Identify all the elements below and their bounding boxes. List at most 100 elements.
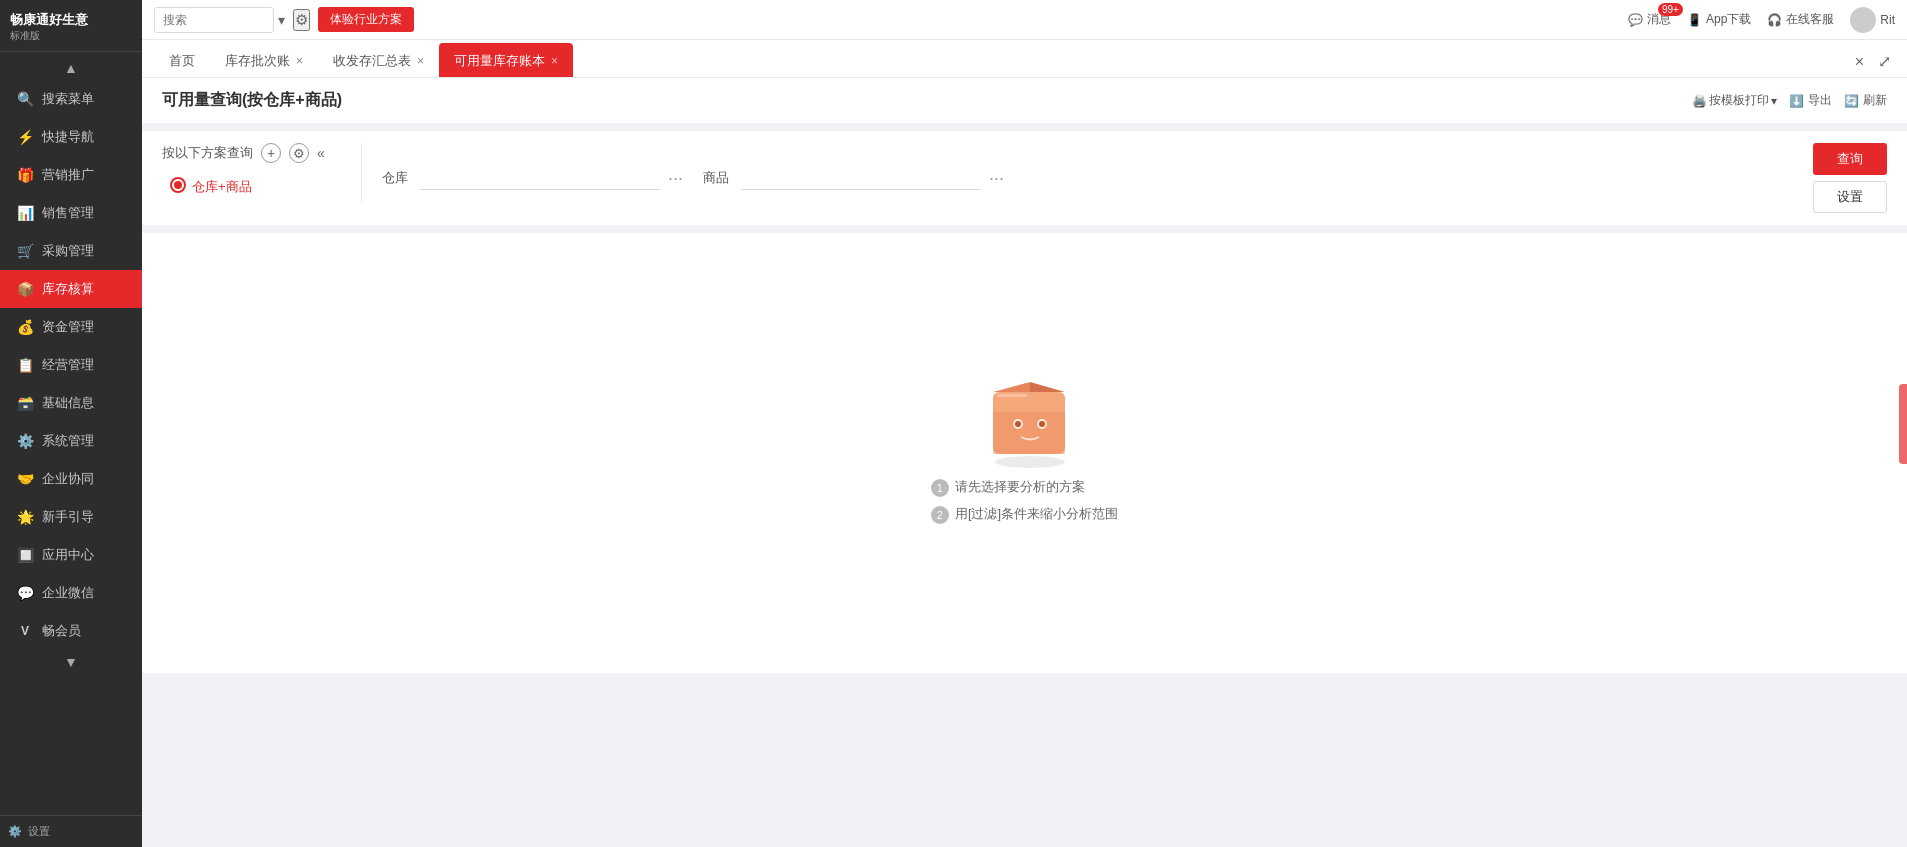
search-input[interactable] [154, 7, 274, 33]
system-icon: ⚙️ [16, 432, 34, 450]
warehouse-input[interactable] [420, 166, 660, 190]
sidebar-item-wechat[interactable]: 💬 企业微信 [0, 574, 142, 612]
refresh-button[interactable]: 🔄 刷新 [1844, 92, 1887, 109]
tab-available-stock[interactable]: 可用量库存账本 × [439, 43, 573, 77]
svg-rect-11 [997, 394, 1027, 397]
online-service-button[interactable]: 🎧 在线客服 [1767, 11, 1834, 28]
warehouse-filter: 仓库 ··· [382, 166, 683, 190]
sidebar-item-inventory[interactable]: 📦 库存核算 [0, 270, 142, 308]
sidebar-item-operations[interactable]: 📋 经营管理 [0, 346, 142, 384]
sidebar-item-member[interactable]: V 畅会员 [0, 612, 142, 650]
settings-gear-button[interactable]: ⚙ [293, 9, 310, 31]
query-button[interactable]: 查询 [1813, 143, 1887, 175]
print-template-button[interactable]: 🖨️ 按模板打印 ▾ [1692, 92, 1777, 109]
search-dropdown-button[interactable]: ▾ [278, 12, 285, 28]
footer-icon: ⚙️ [8, 825, 22, 838]
sidebar-footer[interactable]: ⚙️ 设置 [0, 815, 142, 847]
sidebar-item-label: 基础信息 [42, 394, 94, 412]
scheme-panel-header: 按以下方案查询 + ⚙ « [162, 143, 349, 163]
sidebar-item-label: 库存核算 [42, 280, 94, 298]
app-download-button[interactable]: 📱 App下载 [1687, 11, 1751, 28]
collapse-button[interactable]: « [317, 145, 325, 161]
export-icon: ⬇️ [1789, 94, 1804, 108]
purchase-icon: 🛒 [16, 242, 34, 260]
empty-tip-2: 2 用[过滤]条件来缩小分析范围 [931, 505, 1118, 524]
warehouse-more-button[interactable]: ··· [668, 168, 683, 189]
user-avatar[interactable]: Rit [1850, 7, 1895, 33]
avatar-image [1850, 7, 1876, 33]
tip-num-2: 2 [931, 506, 949, 524]
sidebar-item-label: 企业协同 [42, 470, 94, 488]
sidebar-item-marketing[interactable]: 🎁 营销推广 [0, 156, 142, 194]
svg-marker-5 [1030, 382, 1065, 392]
tab-available-stock-label: 可用量库存账本 [454, 52, 545, 70]
export-button[interactable]: ⬇️ 导出 [1789, 92, 1832, 109]
product-more-button[interactable]: ··· [989, 168, 1004, 189]
tab-collection-summary[interactable]: 收发存汇总表 × [318, 43, 439, 77]
empty-tips: 1 请先选择要分析的方案 2 用[过滤]条件来缩小分析范围 [931, 478, 1118, 524]
svg-point-1 [174, 181, 182, 189]
page-title: 可用量查询(按仓库+商品) [162, 90, 342, 111]
message-button[interactable]: 💬 消息 99+ [1628, 11, 1671, 28]
setting-button[interactable]: 设置 [1813, 181, 1887, 213]
industry-solution-button[interactable]: 体验行业方案 [318, 7, 414, 32]
export-label: 导出 [1808, 92, 1832, 109]
scheme-dot-icon [170, 177, 186, 196]
svg-point-2 [995, 456, 1065, 468]
operations-icon: 📋 [16, 356, 34, 374]
sidebar-item-shortcut[interactable]: ⚡ 快捷导航 [0, 118, 142, 156]
newbie-icon: 🌟 [16, 508, 34, 526]
sidebar-item-search[interactable]: 🔍 搜索菜单 [0, 80, 142, 118]
expand-button[interactable]: ⤢ [1874, 50, 1895, 73]
refresh-icon: 🔄 [1844, 94, 1859, 108]
message-icon: 💬 [1628, 13, 1643, 27]
finance-icon: 💰 [16, 318, 34, 336]
add-scheme-button[interactable]: + [261, 143, 281, 163]
online-service-label: 在线客服 [1786, 11, 1834, 28]
sidebar-item-finance[interactable]: 💰 资金管理 [0, 308, 142, 346]
app-download-label: App下载 [1706, 11, 1751, 28]
tab-batch-account-close[interactable]: × [296, 54, 303, 68]
scheme-item-label: 仓库+商品 [192, 178, 252, 196]
sidebar-header: 畅康通好生意 标准版 [0, 0, 142, 52]
main-area: ▾ ⚙ 体验行业方案 💬 消息 99+ 📱 App下载 🎧 在线客服 [142, 0, 1907, 847]
tab-home-label: 首页 [169, 52, 195, 70]
tab-collection-summary-close[interactable]: × [417, 54, 424, 68]
scroll-down-button[interactable]: ▼ [0, 650, 142, 674]
sidebar-item-newbie[interactable]: 🌟 新手引导 [0, 498, 142, 536]
sidebar-item-label: 资金管理 [42, 318, 94, 336]
sidebar-item-label: 新手引导 [42, 508, 94, 526]
headset-icon: 🎧 [1767, 13, 1782, 27]
sales-icon: 📊 [16, 204, 34, 222]
tab-batch-account[interactable]: 库存批次账 × [210, 43, 318, 77]
svg-point-10 [1039, 421, 1045, 427]
sidebar-item-enterprise[interactable]: 🤝 企业协同 [0, 460, 142, 498]
tab-home[interactable]: 首页 [154, 43, 210, 77]
apps-icon: 🔲 [16, 546, 34, 564]
sidebar-item-label: 企业微信 [42, 584, 94, 602]
sidebar-item-label: 搜索菜单 [42, 90, 94, 108]
basic-icon: 🗃️ [16, 394, 34, 412]
sidebar-item-label: 畅会员 [42, 622, 81, 640]
member-icon: V [16, 622, 34, 640]
config-scheme-button[interactable]: ⚙ [289, 143, 309, 163]
close-all-tabs-button[interactable]: × [1851, 51, 1868, 73]
tip-text-1: 请先选择要分析的方案 [955, 478, 1085, 496]
sidebar-item-label: 经营管理 [42, 356, 94, 374]
inventory-icon: 📦 [16, 280, 34, 298]
scroll-up-button[interactable]: ▲ [0, 56, 142, 80]
mobile-icon: 📱 [1687, 13, 1702, 27]
scheme-item-warehouse-product[interactable]: 仓库+商品 [162, 171, 349, 202]
sidebar-item-system[interactable]: ⚙️ 系统管理 [0, 422, 142, 460]
tab-available-stock-close[interactable]: × [551, 54, 558, 68]
product-input[interactable] [741, 166, 981, 190]
sidebar-item-purchase[interactable]: 🛒 采购管理 [0, 232, 142, 270]
product-label: 商品 [703, 169, 733, 187]
search-area: ▾ [154, 7, 285, 33]
sidebar-item-basic[interactable]: 🗃️ 基础信息 [0, 384, 142, 422]
sidebar-item-apps[interactable]: 🔲 应用中心 [0, 536, 142, 574]
sidebar: 畅康通好生意 标准版 ▲ 🔍 搜索菜单 ⚡ 快捷导航 🎁 营销推广 📊 销售管理 [0, 0, 142, 847]
sidebar-item-sales[interactable]: 📊 销售管理 [0, 194, 142, 232]
page-content: 可用量查询(按仓库+商品) 🖨️ 按模板打印 ▾ ⬇️ 导出 🔄 刷新 [142, 78, 1907, 847]
tab-batch-account-label: 库存批次账 [225, 52, 290, 70]
